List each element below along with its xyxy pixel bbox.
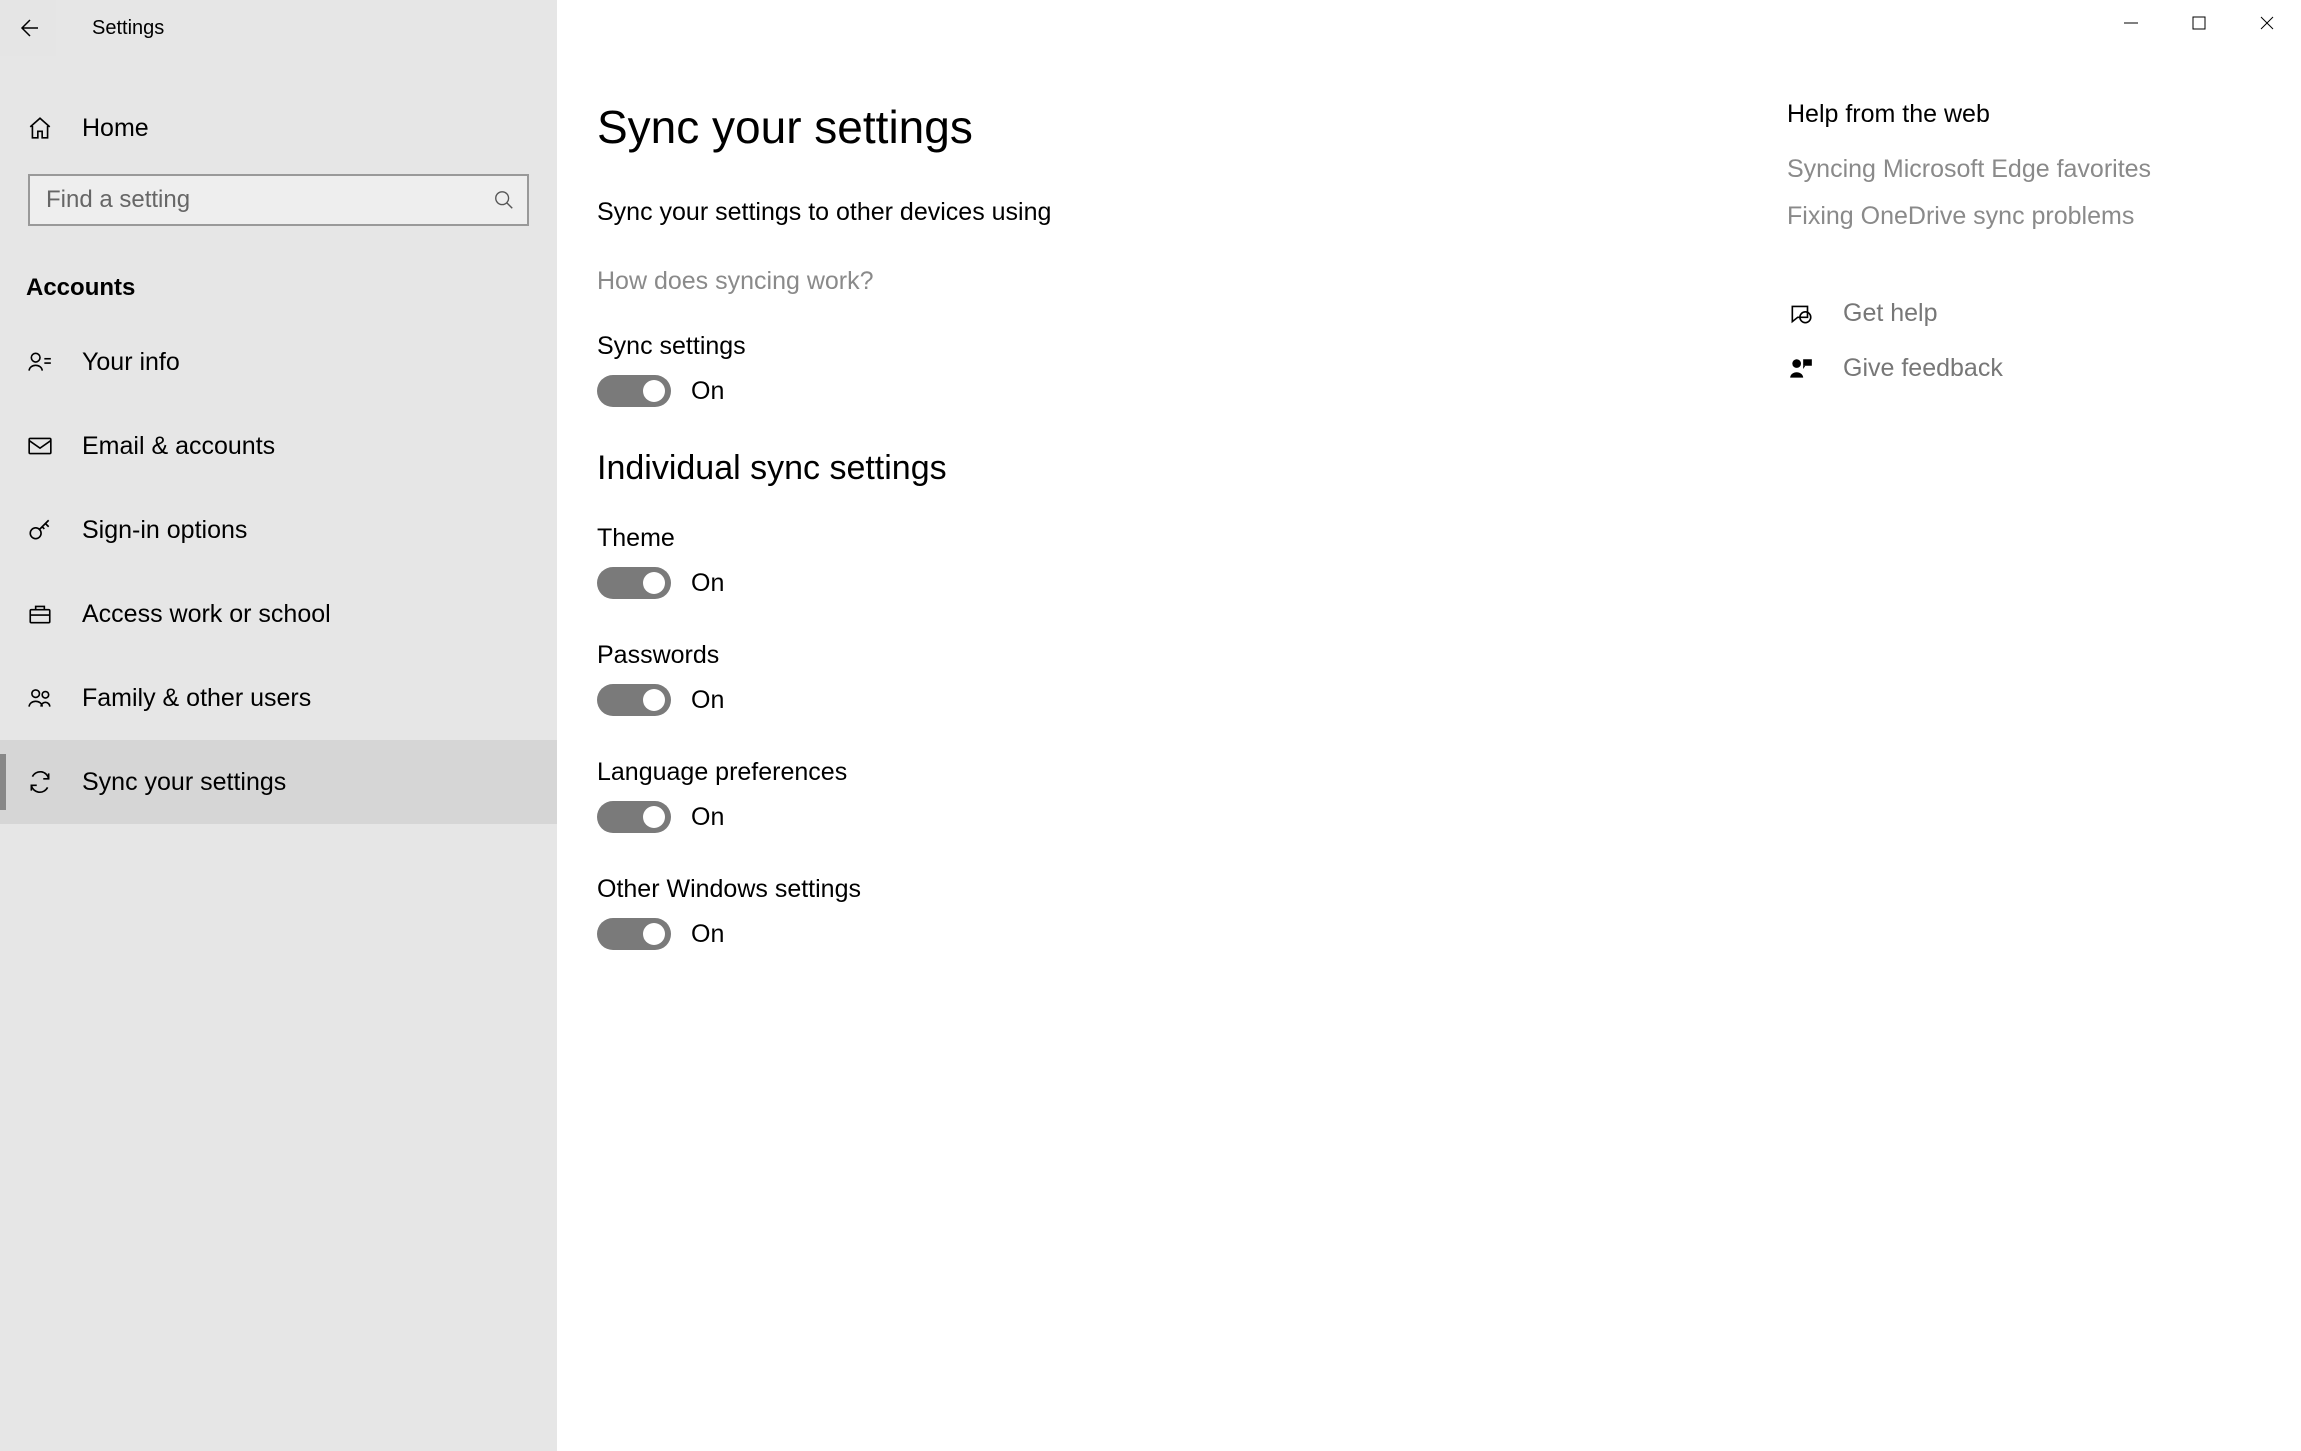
arrow-left-icon [16, 16, 40, 40]
other-windows-settings-state: On [691, 920, 724, 949]
theme-label: Theme [597, 524, 1747, 553]
sync-settings-label: Sync settings [597, 332, 1747, 361]
sidebar-home-label: Home [54, 114, 149, 143]
window-title: Settings [56, 0, 164, 56]
page-description: Sync your settings to other devices usin… [597, 198, 1747, 227]
sidebar-item-access-work-school[interactable]: Access work or school [0, 572, 557, 656]
get-help-link[interactable]: Get help [1787, 299, 2257, 328]
sidebar-item-label: Sign-in options [54, 516, 247, 545]
sidebar-item-label: Sync your settings [54, 768, 286, 797]
sidebar-home[interactable]: Home [0, 100, 557, 156]
get-help-label: Get help [1815, 299, 1938, 328]
minimize-button[interactable] [2097, 0, 2165, 46]
theme-toggle[interactable] [597, 567, 671, 599]
how-syncing-works-link[interactable]: How does syncing work? [597, 267, 874, 296]
sidebar-category: Accounts [0, 226, 557, 320]
maximize-icon [2191, 15, 2207, 31]
sidebar-item-family-other-users[interactable]: Family & other users [0, 656, 557, 740]
passwords-toggle[interactable] [597, 684, 671, 716]
email-icon [26, 433, 54, 459]
give-feedback-label: Give feedback [1815, 354, 2003, 383]
help-link-onedrive-sync[interactable]: Fixing OneDrive sync problems [1787, 202, 2257, 231]
individual-sync-heading: Individual sync settings [597, 449, 1747, 488]
close-button[interactable] [2233, 0, 2301, 46]
aside-panel: Help from the web Syncing Microsoft Edge… [1787, 56, 2297, 1451]
sidebar-item-email-accounts[interactable]: Email & accounts [0, 404, 557, 488]
minimize-icon [2123, 15, 2139, 31]
home-icon [26, 115, 54, 141]
sync-icon [26, 769, 54, 795]
language-preferences-label: Language preferences [597, 758, 1747, 787]
sync-settings-toggle[interactable] [597, 375, 671, 407]
language-preferences-toggle[interactable] [597, 801, 671, 833]
language-preferences-state: On [691, 803, 724, 832]
give-feedback-link[interactable]: Give feedback [1787, 354, 2257, 383]
main-content: Sync your settings Sync your settings to… [557, 56, 1787, 1451]
briefcase-icon [26, 601, 54, 627]
other-windows-settings-label: Other Windows settings [597, 875, 1747, 904]
people-icon [26, 685, 54, 711]
aside-heading: Help from the web [1787, 100, 2257, 129]
back-button[interactable] [0, 0, 56, 56]
sidebar-item-label: Family & other users [54, 684, 311, 713]
sidebar-item-label: Access work or school [54, 600, 331, 629]
page-title: Sync your settings [597, 100, 1747, 154]
maximize-button[interactable] [2165, 0, 2233, 46]
theme-state: On [691, 569, 724, 598]
sidebar: Home Accounts Your info Email & acco [0, 56, 557, 1451]
passwords-state: On [691, 686, 724, 715]
search-icon [493, 189, 515, 211]
close-icon [2259, 15, 2275, 31]
passwords-label: Passwords [597, 641, 1747, 670]
titlebar: Settings [0, 0, 2301, 56]
other-windows-settings-toggle[interactable] [597, 918, 671, 950]
sidebar-item-label: Your info [54, 348, 180, 377]
sidebar-item-label: Email & accounts [54, 432, 275, 461]
key-icon [26, 517, 54, 543]
sync-settings-state: On [691, 377, 724, 406]
chat-help-icon [1787, 301, 1815, 327]
help-link-edge-favorites[interactable]: Syncing Microsoft Edge favorites [1787, 155, 2257, 184]
sidebar-item-sync-settings[interactable]: Sync your settings [0, 740, 557, 824]
search-input[interactable] [28, 174, 529, 226]
person-card-icon [26, 349, 54, 375]
feedback-icon [1787, 356, 1815, 382]
sidebar-item-your-info[interactable]: Your info [0, 320, 557, 404]
sidebar-item-sign-in-options[interactable]: Sign-in options [0, 488, 557, 572]
